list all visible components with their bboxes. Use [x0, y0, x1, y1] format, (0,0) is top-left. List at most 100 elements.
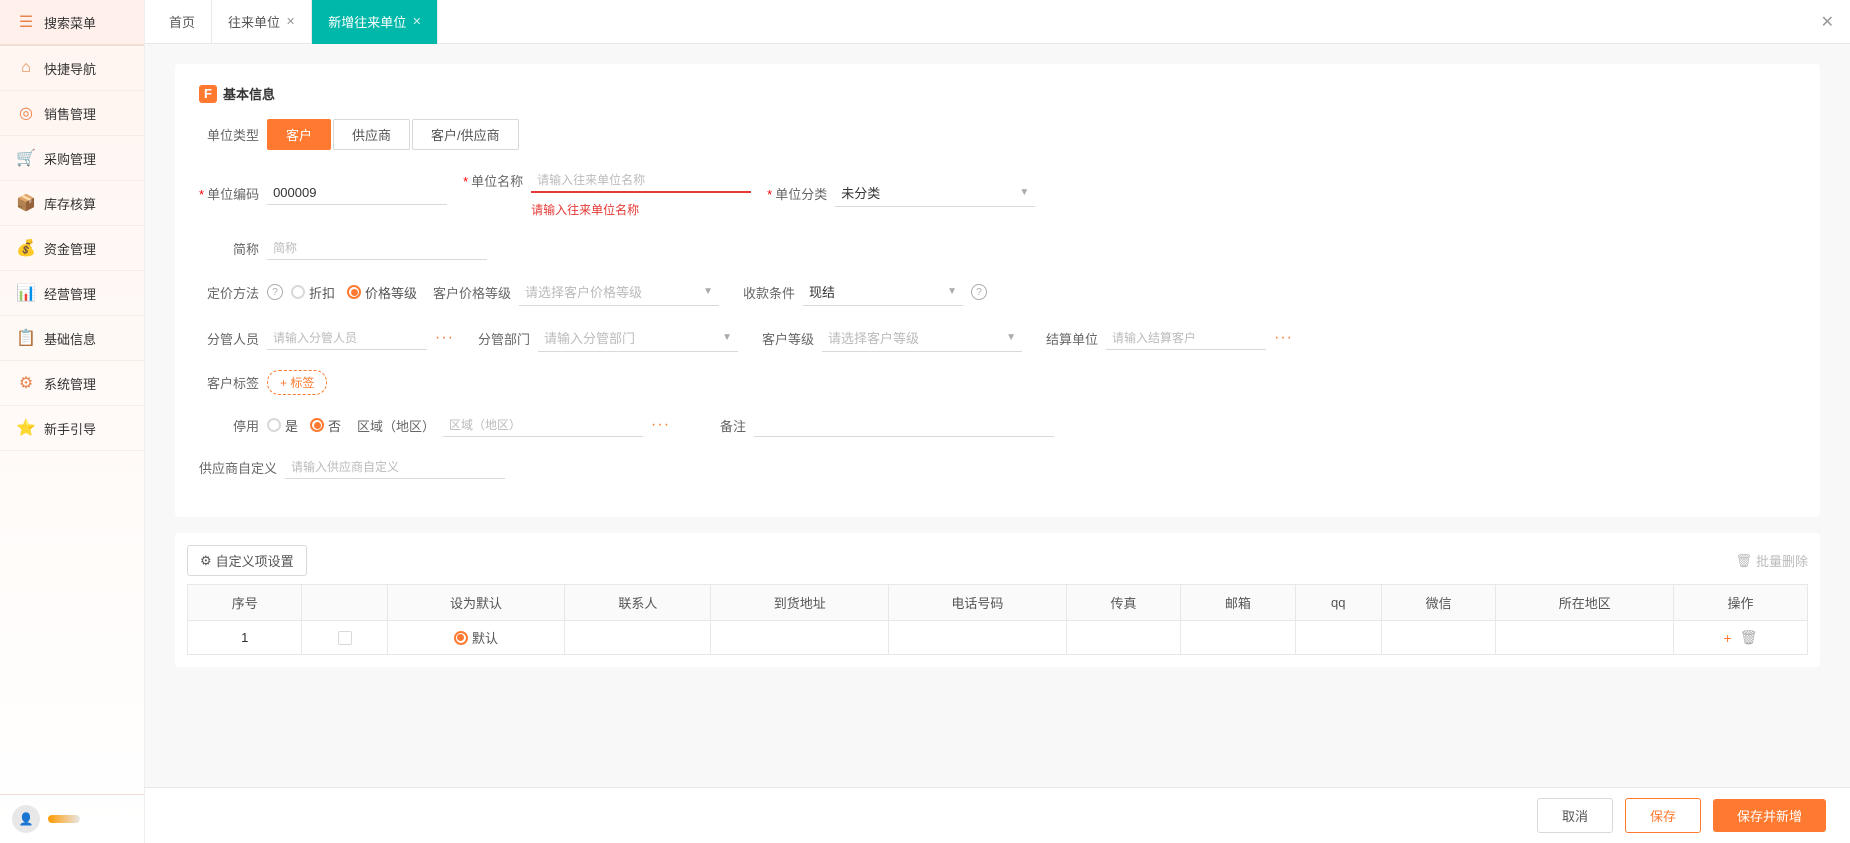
col-contact: 联系人 [565, 585, 711, 621]
default-radio[interactable]: 默认 [398, 628, 555, 647]
tab-home[interactable]: 首页 [153, 0, 212, 44]
pricing-option-discount[interactable]: 折扣 [291, 283, 335, 302]
category-caret: ▼ [1019, 187, 1029, 198]
unit-code-group: 单位编码 [199, 181, 447, 205]
dept-caret: ▼ [722, 332, 732, 343]
manager-row: 分管人员 ··· 分管部门 请输入分管部门 ▼ 客户等级 请选择客户等级 ▼ [199, 324, 1796, 352]
cell-qq[interactable] [1295, 621, 1381, 655]
cell-contact[interactable] [565, 621, 711, 655]
cell-email[interactable] [1181, 621, 1295, 655]
row-add-icon[interactable]: + [1724, 630, 1732, 646]
type-btn-both[interactable]: 客户/供应商 [412, 119, 519, 150]
supplier-custom-row: 供应商自定义 [199, 455, 1796, 479]
sidebar-item-sales[interactable]: ◎ 销售管理 [0, 91, 144, 136]
pricing-option-level[interactable]: 价格等级 [347, 283, 417, 302]
sidebar-item-quick-nav[interactable]: ⌂ 快捷导航 [0, 46, 144, 91]
tag-label: 客户标签 [199, 373, 259, 392]
tab-contacts[interactable]: 往来单位 ✕ [212, 0, 312, 44]
col-seq: 序号 [188, 585, 302, 621]
unit-type-group: 单位类型 客户 供应商 客户/供应商 [199, 119, 519, 150]
sidebar-item-purchase[interactable]: 🛒 采购管理 [0, 136, 144, 181]
price-level-caret: ▼ [703, 286, 713, 297]
price-level-group: 客户价格等级 请选择客户价格等级 ▼ [433, 278, 719, 306]
tab-new-contact[interactable]: 新增往来单位 ✕ [312, 0, 438, 44]
cell-fax[interactable] [1066, 621, 1180, 655]
manager-input[interactable] [267, 326, 427, 350]
contact-table-section: ⚙ 自定义项设置 🗑 批量删除 序号 设为默认 联系人 到货地址 电话 [175, 533, 1820, 667]
custom-settings-button[interactable]: ⚙ 自定义项设置 [187, 545, 307, 576]
region-dots[interactable]: ··· [651, 416, 670, 434]
radio-no [310, 418, 324, 432]
unit-category-select[interactable]: 未分类 ▼ [835, 179, 1035, 207]
sidebar-item-system[interactable]: ⚙ 系统管理 [0, 361, 144, 406]
col-fax: 传真 [1066, 585, 1180, 621]
region-input[interactable] [443, 413, 643, 437]
radio-yes [267, 418, 281, 432]
customer-level-group: 客户等级 请选择客户等级 ▼ [754, 324, 1022, 352]
purchase-icon: 🛒 [16, 148, 36, 168]
sidebar-item-guide[interactable]: ⭐ 新手引导 [0, 406, 144, 451]
price-level-label: 客户价格等级 [433, 283, 511, 302]
progress-bar [48, 815, 80, 823]
trash-icon: 🗑 [1735, 553, 1752, 569]
sidebar-item-basic-info[interactable]: 📋 基础信息 [0, 316, 144, 361]
pricing-radio-group: 折扣 价格等级 [291, 283, 417, 302]
region-group: 区域（地区） ··· [357, 413, 670, 437]
disabled-label: 停用 [199, 416, 259, 435]
finance-icon: 💰 [16, 238, 36, 258]
remark-input[interactable] [754, 413, 1054, 437]
close-all-button[interactable]: ✕ [1813, 8, 1842, 36]
row-delete-icon[interactable]: 🗑 [1740, 629, 1758, 646]
cell-region[interactable] [1496, 621, 1674, 655]
cell-address[interactable] [711, 621, 889, 655]
price-level-select[interactable]: 请选择客户价格等级 ▼ [519, 278, 719, 306]
add-tag-button[interactable]: + 标签 [267, 370, 327, 395]
tab-contacts-close[interactable]: ✕ [286, 15, 295, 28]
cell-phone[interactable] [889, 621, 1067, 655]
unit-name-error: 请输入往来单位名称 [531, 201, 639, 218]
short-name-input[interactable] [267, 236, 487, 260]
sidebar-item-operations[interactable]: 📊 经营管理 [0, 271, 144, 316]
sidebar-item-search[interactable]: ☰ 搜索菜单 [0, 0, 144, 46]
cancel-button[interactable]: 取消 [1537, 798, 1613, 833]
payment-terms-select[interactable]: 现结 ▼ [803, 278, 963, 306]
sidebar-item-finance[interactable]: 💰 资金管理 [0, 226, 144, 271]
tab-new-contact-close[interactable]: ✕ [412, 15, 421, 28]
code-name-category-row: 单位编码 单位名称 请输入往来单位名称 单位分类 未分类 ▼ [199, 168, 1796, 218]
supplier-custom-input[interactable] [285, 455, 505, 479]
department-select[interactable]: 请输入分管部门 ▼ [538, 324, 738, 352]
settlement-dots[interactable]: ··· [1274, 329, 1293, 347]
basic-info-icon: 📋 [16, 328, 36, 348]
sales-icon: ◎ [16, 103, 36, 123]
pricing-help-icon[interactable]: ? [267, 284, 283, 300]
col-checkbox [302, 585, 387, 621]
payment-help-icon[interactable]: ? [971, 284, 987, 300]
unit-name-input[interactable] [531, 168, 751, 193]
save-new-button[interactable]: 保存并新增 [1713, 799, 1826, 832]
system-icon: ⚙ [16, 373, 36, 393]
sidebar-item-inventory[interactable]: 📦 库存核算 [0, 181, 144, 226]
row-checkbox[interactable] [338, 631, 352, 645]
tab-bar: 首页 往来单位 ✕ 新增往来单位 ✕ ✕ [145, 0, 1850, 44]
batch-delete-button[interactable]: 🗑 批量删除 [1735, 551, 1808, 570]
disabled-yes[interactable]: 是 [267, 416, 298, 435]
payment-terms-group: 收款条件 现结 ▼ ? [735, 278, 987, 306]
cell-wechat[interactable] [1381, 621, 1495, 655]
disabled-no[interactable]: 否 [310, 416, 341, 435]
unit-name-group: 单位名称 请输入往来单位名称 [463, 168, 751, 218]
unit-code-input[interactable] [267, 181, 447, 205]
type-btn-supplier[interactable]: 供应商 [333, 119, 410, 150]
department-label: 分管部门 [470, 329, 530, 348]
disabled-radio-group: 是 否 [267, 416, 341, 435]
short-name-row: 简称 [199, 236, 1796, 260]
settlement-input[interactable] [1106, 326, 1266, 350]
pricing-row: 定价方法 ? 折扣 价格等级 客户价格等级 [199, 278, 1796, 306]
manager-dots[interactable]: ··· [435, 329, 454, 347]
home-icon: ⌂ [16, 58, 36, 78]
type-btn-customer[interactable]: 客户 [267, 119, 331, 150]
save-button[interactable]: 保存 [1625, 798, 1701, 833]
manager-group: 分管人员 ··· [199, 326, 454, 350]
table-header-row: 序号 设为默认 联系人 到货地址 电话号码 传真 邮箱 qq 微信 所在地区 操… [188, 585, 1808, 621]
cell-action: + 🗑 [1674, 621, 1808, 655]
customer-level-select[interactable]: 请选择客户等级 ▼ [822, 324, 1022, 352]
